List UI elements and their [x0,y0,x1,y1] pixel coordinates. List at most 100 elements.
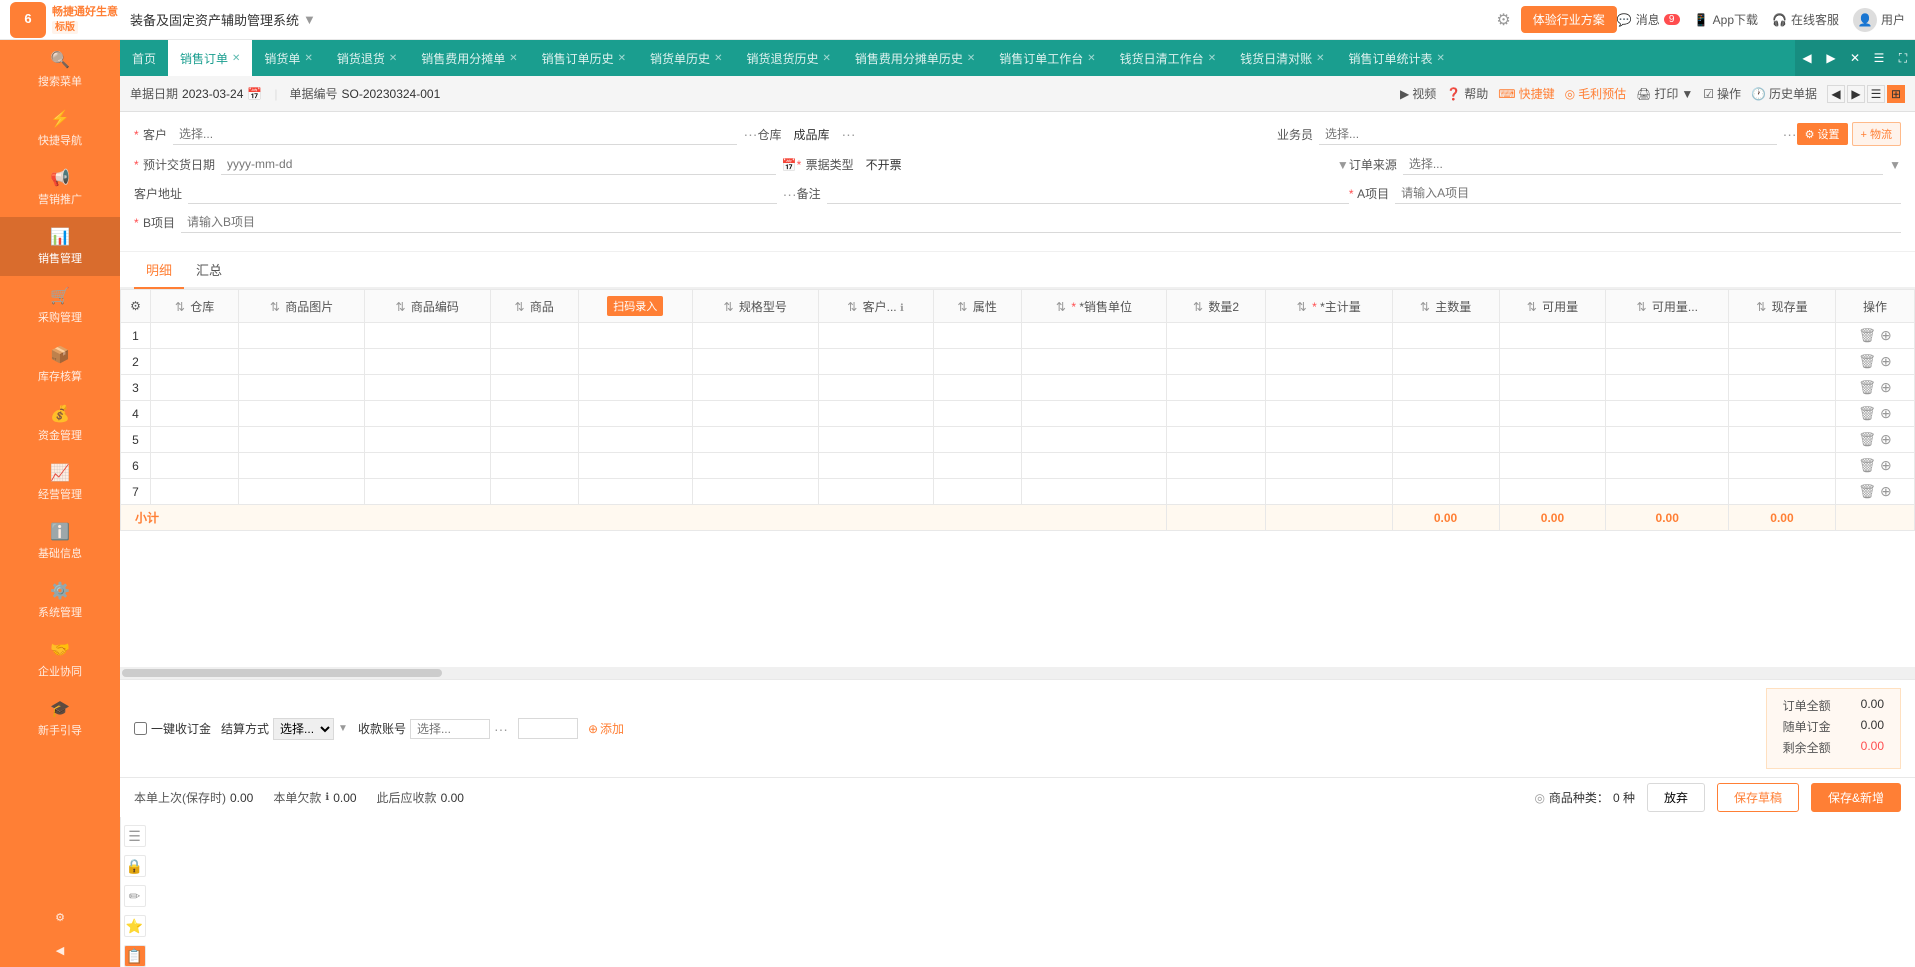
order-source-input[interactable] [1403,154,1883,175]
right-panel-btn-1[interactable]: ☰ [124,825,146,847]
calendar-input-icon[interactable]: 📅 [782,158,797,172]
calendar-icon[interactable]: 📅 [247,87,262,101]
tab-order-history[interactable]: 销售订单历史 ✕ [530,40,638,76]
help-btn[interactable]: ❓ 帮助 [1446,85,1488,102]
warehouse-dots[interactable]: ··· [842,126,856,142]
close-tab-icon[interactable]: ✕ [1208,53,1216,64]
nav-right-arrow[interactable]: ▶ [1819,40,1843,76]
scrollbar[interactable] [120,667,1915,679]
online-service-item[interactable]: 🎧 在线客服 [1772,11,1839,28]
row-delete-btn[interactable]: 🗑 [1858,379,1876,396]
tab-return-history[interactable]: 销货退货历史 ✕ [734,40,842,76]
tab-sales-order[interactable]: 销售订单 ✕ [168,40,252,76]
sidebar-collapse-btn[interactable]: ◀ [0,934,120,967]
row-copy-btn[interactable]: ⊕ [1880,483,1892,500]
tab-sales-goods[interactable]: 销货单 ✕ [252,40,324,76]
tab-detail[interactable]: 明细 [134,252,184,289]
row-delete-btn[interactable]: 🗑 [1858,405,1876,422]
sidebar-item-marketing[interactable]: 📢 营销推广 [0,158,120,217]
close-tab-icon[interactable]: ✕ [1087,53,1095,64]
note-input[interactable] [827,183,1349,204]
right-panel-btn-5[interactable]: 📋 [124,945,146,967]
add-payment-btn[interactable]: ⊕ 添加 [588,720,624,737]
history-btn[interactable]: 🕐 历史单据 [1751,85,1817,102]
list-view-btn[interactable]: ☰ [1867,85,1885,103]
sidebar-item-management[interactable]: 📈 经营管理 [0,453,120,512]
tab-home[interactable]: 首页 [120,40,168,76]
row-copy-btn[interactable]: ⊕ [1880,457,1892,474]
account-input[interactable] [410,719,490,739]
quick-settle-check[interactable] [134,722,147,735]
nav-left-arrow[interactable]: ◀ [1795,40,1819,76]
row-copy-btn[interactable]: ⊕ [1880,327,1892,344]
tab-return[interactable]: 销货退货 ✕ [325,40,409,76]
row-delete-btn[interactable]: 🗑 [1858,431,1876,448]
address-input[interactable] [188,183,777,204]
row-copy-btn[interactable]: ⊕ [1880,405,1892,422]
sidebar-item-finance[interactable]: 💰 资金管理 [0,394,120,453]
staff-dots[interactable]: ··· [1783,126,1797,142]
close-tab-icon[interactable]: ✕ [304,53,312,64]
grid-view-btn[interactable]: ⊞ [1887,85,1905,103]
save-new-btn[interactable]: 保存&新增 [1811,783,1901,812]
nav-menu-btn[interactable]: ☰ [1867,40,1891,76]
row-copy-btn[interactable]: ⊕ [1880,353,1892,370]
close-tab-icon[interactable]: ✕ [1316,53,1324,64]
right-panel-btn-2[interactable]: 🔒 [124,855,146,877]
close-tab-icon[interactable]: ✕ [232,53,240,64]
row-delete-btn[interactable]: 🗑 [1858,483,1876,500]
close-tab-icon[interactable]: ✕ [389,53,397,64]
notification-item[interactable]: 💬 消息 9 [1617,11,1680,28]
sidebar-settings-btn[interactable]: ⚙ [0,901,120,934]
close-tab-icon[interactable]: ✕ [822,53,830,64]
print-btn[interactable]: 🖨 打印 ▼ [1636,85,1693,102]
user-item[interactable]: 👤 用户 [1853,8,1905,32]
row-delete-btn[interactable]: 🗑 [1858,353,1876,370]
settle-arrow[interactable]: ▼ [338,723,348,734]
customer-dots[interactable]: ··· [743,126,757,142]
sidebar-item-guide[interactable]: 🎓 新手引导 [0,689,120,748]
a-project-input[interactable] [1395,183,1901,204]
sidebar-item-system[interactable]: ⚙️ 系统管理 [0,571,120,630]
scrollbar-thumb[interactable] [122,669,442,677]
staff-input[interactable] [1319,124,1777,145]
right-panel-btn-4[interactable]: ⭐ [124,915,146,937]
settings-widget[interactable]: ⚙ 设置 [1797,123,1848,145]
shortcut-btn[interactable]: ⌨ 快捷键 [1498,85,1554,102]
system-name[interactable]: 装备及固定资产辅助管理系统 ▼ [130,10,1490,29]
tab-expense-history[interactable]: 销售费用分摊单历史 ✕ [843,40,987,76]
profit-btn[interactable]: ◎ 毛利预估 [1565,85,1627,102]
row-copy-btn[interactable]: ⊕ [1880,431,1892,448]
close-tab-icon[interactable]: ✕ [714,53,722,64]
save-draft-btn[interactable]: 保存草稿 [1717,783,1799,812]
sidebar-item-sales[interactable]: 📊 销售管理 [0,217,120,276]
scan-btn[interactable]: 扫码录入 [607,296,663,316]
nav-prev-btn[interactable]: ◀ [1827,85,1845,103]
delivery-input[interactable] [221,154,776,175]
trial-btn[interactable]: 体验行业方案 [1521,6,1617,33]
customer-input[interactable] [173,124,737,145]
account-dots[interactable]: ··· [494,721,508,737]
amount-input[interactable]: 0.00 [518,718,578,739]
tab-daily-workbench[interactable]: 钱货日清工作台 ✕ [1108,40,1228,76]
sidebar-item-inventory[interactable]: 📦 库存核算 [0,335,120,394]
sidebar-item-search[interactable]: 🔍 搜索菜单 [0,40,120,99]
invoice-arrow[interactable]: ▼ [1337,158,1349,172]
right-panel-btn-3[interactable]: ✏ [124,885,146,907]
tab-order-workbench[interactable]: 销售订单工作台 ✕ [987,40,1107,76]
quick-settle-checkbox[interactable]: 一键收订金 [134,720,211,737]
nav-next-btn[interactable]: ▶ [1847,85,1865,103]
close-tab-icon[interactable]: ✕ [1437,53,1445,64]
b-project-input[interactable] [181,212,1901,233]
row-delete-btn[interactable]: 🗑 [1858,327,1876,344]
tab-sales-stats[interactable]: 销售订单统计表 ✕ [1336,40,1456,76]
sidebar-item-purchase[interactable]: 🛒 采购管理 [0,276,120,335]
order-source-arrow[interactable]: ▼ [1889,158,1901,172]
tab-daily-reconcile[interactable]: 钱货日清对账 ✕ [1228,40,1336,76]
settle-method-select[interactable]: 选择... [273,718,334,740]
close-tab-icon[interactable]: ✕ [967,53,975,64]
app-download-item[interactable]: 📱 App下载 [1694,11,1758,28]
row-copy-btn[interactable]: ⊕ [1880,379,1892,396]
close-tab-icon[interactable]: ✕ [509,53,517,64]
sidebar-item-quicknav[interactable]: ⚡ 快捷导航 [0,99,120,158]
